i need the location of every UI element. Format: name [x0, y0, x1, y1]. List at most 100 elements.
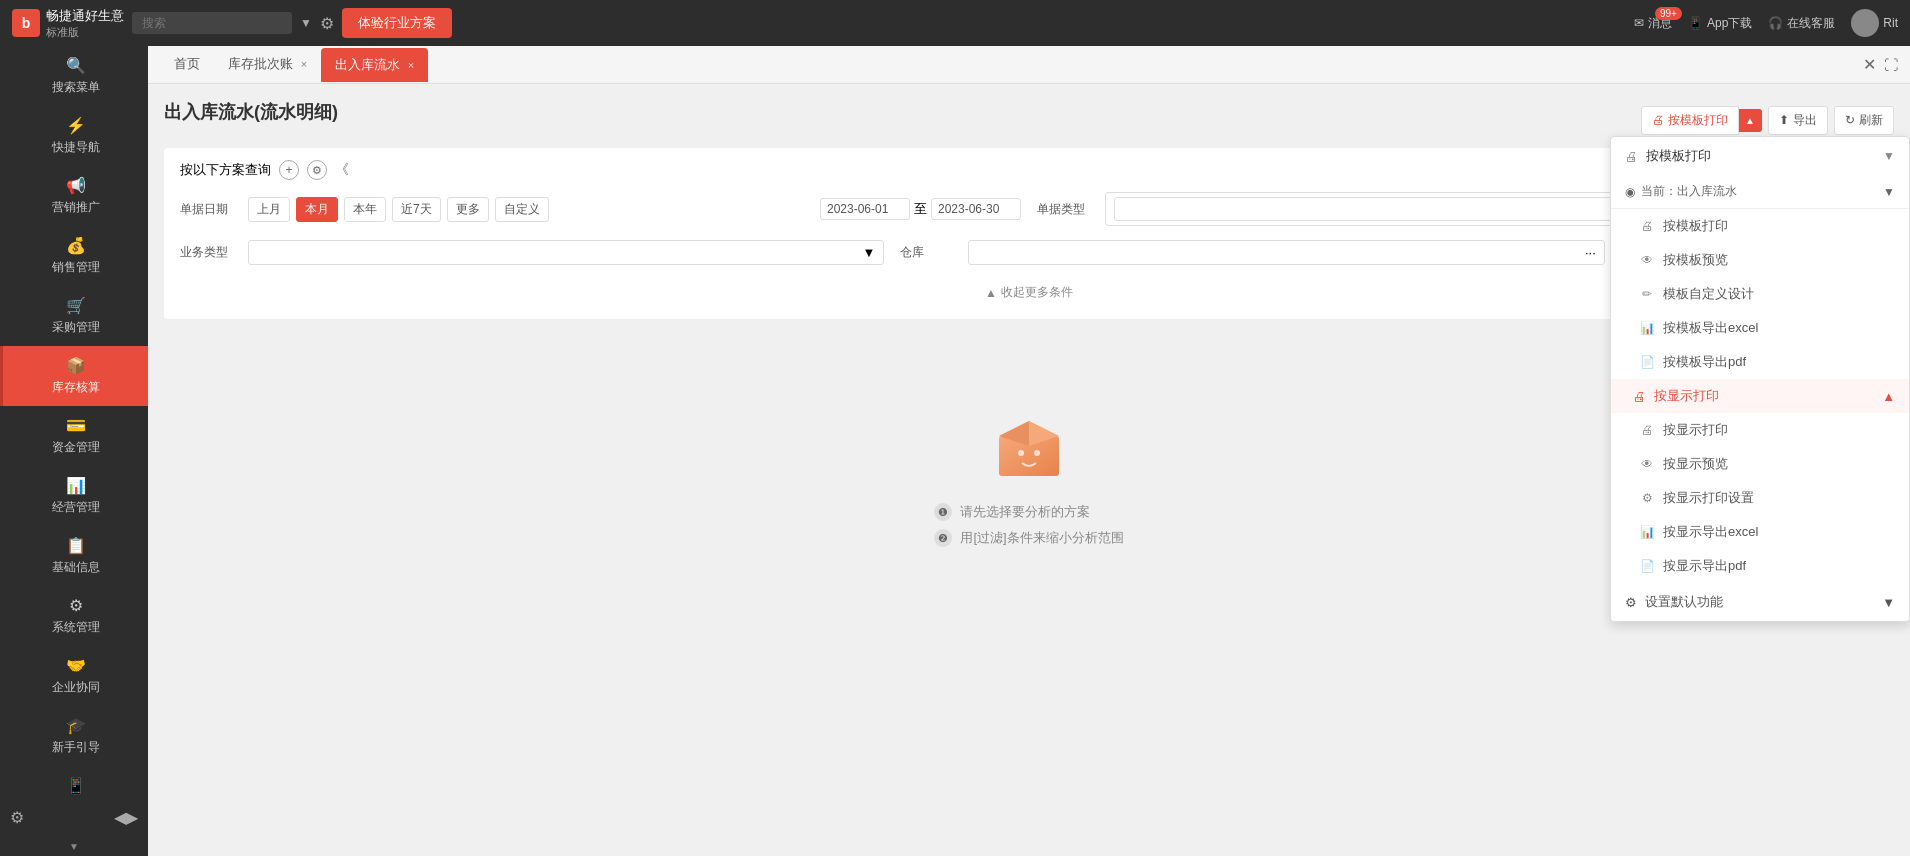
- tab-maximize-icon[interactable]: ⛶: [1884, 57, 1898, 73]
- tab-close-all-icon[interactable]: ✕: [1863, 55, 1876, 74]
- search-input[interactable]: [132, 12, 292, 34]
- date-end-input[interactable]: [931, 198, 1021, 220]
- biz-type-select[interactable]: ▼: [248, 240, 884, 265]
- sidebar-scroll-down-indicator: ▼: [69, 841, 79, 852]
- sidebar-item-inventory[interactable]: 📦 库存核算: [0, 346, 148, 406]
- template-custom-label: 模板自定义设计: [1663, 285, 1754, 303]
- date-this-month-btn[interactable]: 本月: [296, 197, 338, 222]
- display-export-pdf-icon: 📄: [1639, 558, 1655, 574]
- warehouse-more-icon: ···: [1585, 245, 1596, 260]
- sidebar-item-guide[interactable]: 🎓 新手引导: [0, 706, 148, 766]
- header-settings-btn[interactable]: ⚙: [320, 14, 334, 33]
- sidebar-collapse-btn[interactable]: ◀▶: [114, 808, 138, 827]
- sidebar-label-quick-nav: 快捷导航: [52, 139, 100, 156]
- template-print-item[interactable]: 🖨 按模板打印: [1611, 209, 1909, 243]
- date-start-input[interactable]: [820, 198, 910, 220]
- print-template-btn[interactable]: 🖨 按模板打印: [1641, 106, 1739, 135]
- online-service-btn[interactable]: 🎧 在线客服: [1768, 15, 1835, 32]
- tab-flow-detail[interactable]: 出入库流水 ×: [321, 48, 428, 82]
- purchase-icon: 🛒: [66, 296, 86, 315]
- tab-batch-account-label: 库存批次账: [228, 56, 293, 71]
- date-more-btn[interactable]: 更多: [447, 197, 489, 222]
- template-export-excel-item[interactable]: 📊 按模板导出excel: [1611, 311, 1909, 345]
- sidebar-item-app-center[interactable]: 📱 应用中心: [0, 766, 148, 798]
- set-default-item[interactable]: ⚙ 设置默认功能 ▼: [1611, 583, 1909, 621]
- template-print-section-header[interactable]: 🖨 按模板打印 ▼: [1611, 137, 1909, 175]
- date-last-month-btn[interactable]: 上月: [248, 197, 290, 222]
- sidebar-item-cooperation[interactable]: 🤝 企业协同: [0, 646, 148, 706]
- date-custom-btn[interactable]: 自定义: [495, 197, 549, 222]
- sidebar-item-sales[interactable]: 💰 销售管理: [0, 226, 148, 286]
- user-avatar-area[interactable]: Rit: [1851, 9, 1898, 37]
- warehouse-filter-field: 仓库 ···: [900, 240, 1604, 265]
- date-last-7-days-btn[interactable]: 近7天: [392, 197, 441, 222]
- search-dropdown-btn[interactable]: ▼: [300, 16, 312, 30]
- sidebar-item-quick-nav[interactable]: ⚡ 快捷导航: [0, 106, 148, 166]
- set-default-label: 设置默认功能: [1645, 593, 1723, 611]
- message-icon: ✉: [1634, 16, 1644, 30]
- tab-batch-account[interactable]: 库存批次账 ×: [214, 47, 321, 83]
- refresh-icon: ↻: [1845, 113, 1855, 127]
- print-dropdown-arrow-btn[interactable]: ▲: [1739, 109, 1762, 132]
- tab-home[interactable]: 首页: [160, 47, 214, 83]
- quick-nav-icon: ⚡: [66, 116, 86, 135]
- filter-collapse-btn[interactable]: 《: [335, 161, 349, 179]
- display-print-item-label: 按显示打印: [1663, 421, 1728, 439]
- sidebar-settings-btn[interactable]: ⚙: [10, 808, 24, 827]
- filter-add-btn[interactable]: +: [279, 160, 299, 180]
- app-name: 畅捷通好生意: [46, 7, 124, 25]
- sidebar-item-finance[interactable]: 💳 资金管理: [0, 406, 148, 466]
- sidebar-label-basic-info: 基础信息: [52, 559, 100, 576]
- current-icon: ◉: [1625, 185, 1635, 199]
- app-download-btn[interactable]: 📱 App下载: [1688, 15, 1752, 32]
- warehouse-select[interactable]: ···: [968, 240, 1604, 265]
- sidebar-scroll-area: 🔍 搜索菜单 ⚡ 快捷导航 📢 营销推广 💰 销售管理 🛒 采购管理 📦: [0, 46, 148, 798]
- marketing-icon: 📢: [66, 176, 86, 195]
- set-default-content: ⚙ 设置默认功能: [1625, 593, 1723, 611]
- display-print-header-label: 按显示打印: [1654, 387, 1719, 405]
- sidebar-item-basic-info[interactable]: 📋 基础信息: [0, 526, 148, 586]
- sidebar-label-search-menu: 搜索菜单: [52, 79, 100, 96]
- sidebar-item-purchase[interactable]: 🛒 采购管理: [0, 286, 148, 346]
- date-this-year-btn[interactable]: 本年: [344, 197, 386, 222]
- set-default-arrow: ▼: [1882, 595, 1895, 610]
- date-field-label: 单据日期: [180, 201, 240, 218]
- template-export-pdf-item[interactable]: 📄 按模板导出pdf: [1611, 345, 1909, 379]
- print-btn-group: 🖨 按模板打印 ▲: [1641, 106, 1762, 135]
- filter-settings-btn[interactable]: ⚙: [307, 160, 327, 180]
- display-print-item[interactable]: 🖨 按显示打印: [1611, 413, 1909, 447]
- print-dropdown-panel: 🖨 按模板打印 ▼ ◉ 当前：出入库流水 ▼ 🖨 按模板打印: [1610, 136, 1910, 622]
- refresh-btn[interactable]: ↻ 刷新: [1834, 106, 1894, 135]
- template-print-item-label: 按模板打印: [1663, 217, 1728, 235]
- basic-info-icon: 📋: [66, 536, 86, 555]
- finance-icon: 💳: [66, 416, 86, 435]
- sidebar: 🔍 搜索菜单 ⚡ 快捷导航 📢 营销推广 💰 销售管理 🛒 采购管理 📦: [0, 46, 148, 856]
- display-preview-item[interactable]: 👁 按显示预览: [1611, 447, 1909, 481]
- template-print-header-label: 按模板打印: [1646, 147, 1711, 165]
- headset-icon: 🎧: [1768, 16, 1783, 30]
- step-2-text: 用[过滤]条件来缩小分析范围: [960, 529, 1123, 547]
- trial-button[interactable]: 体验行业方案: [342, 8, 452, 38]
- main-layout: 🔍 搜索菜单 ⚡ 快捷导航 📢 营销推广 💰 销售管理 🛒 采购管理 📦: [0, 46, 1910, 856]
- template-custom-item[interactable]: ✏ 模板自定义设计: [1611, 277, 1909, 311]
- sidebar-item-marketing[interactable]: 📢 营销推广: [0, 166, 148, 226]
- sidebar-item-search-menu[interactable]: 🔍 搜索菜单: [0, 46, 148, 106]
- display-print-section-header[interactable]: 🖨 按显示打印 ▲: [1611, 379, 1909, 413]
- notification-area[interactable]: ✉ 消息 99+: [1634, 15, 1672, 32]
- template-export-pdf-icon: 📄: [1639, 354, 1655, 370]
- template-preview-item[interactable]: 👁 按模板预览: [1611, 243, 1909, 277]
- display-export-pdf-item[interactable]: 📄 按显示导出pdf: [1611, 549, 1909, 583]
- step-1-num: ❶: [934, 503, 952, 521]
- display-export-excel-item[interactable]: 📊 按显示导出excel: [1611, 515, 1909, 549]
- sidebar-label-finance: 资金管理: [52, 439, 100, 456]
- biz-type-filter-field: 业务类型 ▼: [180, 240, 884, 265]
- display-preview-icon: 👁: [1639, 456, 1655, 472]
- sidebar-item-operations[interactable]: 📊 经营管理: [0, 466, 148, 526]
- tab-batch-account-close[interactable]: ×: [301, 58, 307, 70]
- cooperation-icon: 🤝: [66, 656, 86, 675]
- display-print-settings-item[interactable]: ⚙ 按显示打印设置: [1611, 481, 1909, 515]
- export-btn[interactable]: ⬆ 导出: [1768, 106, 1828, 135]
- sidebar-item-system[interactable]: ⚙ 系统管理: [0, 586, 148, 646]
- template-export-excel-icon: 📊: [1639, 320, 1655, 336]
- tab-flow-detail-close[interactable]: ×: [408, 59, 414, 71]
